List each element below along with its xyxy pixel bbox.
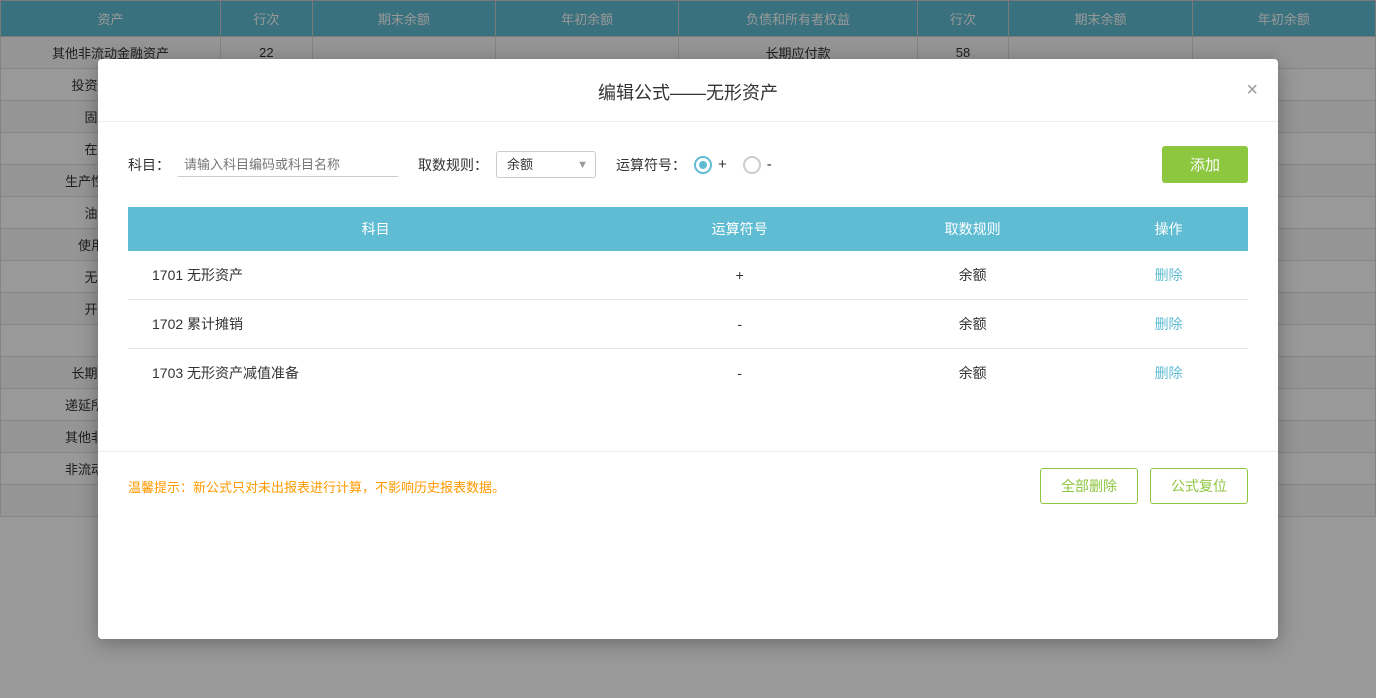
rule-cell: 余额 [856,349,1089,398]
delete-link[interactable]: 删除 [1155,316,1183,332]
form-row: 科目： 取数规则： 余额借方贷方借方累计贷方累计 ▼ 运算符号： [128,146,1248,183]
formula-header-cell: 操作 [1089,207,1248,251]
subject-cell: 1702 累计摊销 [128,300,623,349]
tip-text: 温馨提示：新公式只对未出报表进行计算，不影响历史报表数据。 [128,477,505,496]
radio-plus-label: + [718,156,727,173]
action-cell: 删除 [1089,349,1248,398]
operator-label: 运算符号： [616,155,686,175]
operator-radio-group: + - [694,156,772,174]
subject-cell: 1701 无形资产 [128,251,623,300]
modal-header: 编辑公式——无形资产 × [98,59,1278,122]
formula-table: 科目运算符号取数规则操作 1701 无形资产+余额删除1702 累计摊销-余额删… [128,207,1248,397]
modal-footer: 温馨提示：新公式只对未出报表进行计算，不影响历史报表数据。 全部删除 公式复位 [98,451,1278,524]
subject-cell: 1703 无形资产减值准备 [128,349,623,398]
add-button[interactable]: 添加 [1162,146,1248,183]
rule-cell: 余额 [856,251,1089,300]
rule-field: 取数规则： 余额借方贷方借方累计贷方累计 ▼ [418,151,596,178]
formula-header-cell: 科目 [128,207,623,251]
radio-minus[interactable]: - [743,156,772,174]
subject-label: 科目： [128,155,170,175]
radio-plus-circle [694,156,712,174]
table-row: 1702 累计摊销-余额 删除 [128,300,1248,349]
radio-plus[interactable]: + [694,156,727,174]
table-row: 1703 无形资产减值准备-余额 删除 [128,349,1248,398]
radio-minus-circle [743,156,761,174]
modal-body: 科目： 取数规则： 余额借方贷方借方累计贷方累计 ▼ 运算符号： [98,122,1278,451]
subject-field: 科目： [128,153,398,177]
formula-table-header: 科目运算符号取数规则操作 [128,207,1248,251]
modal-overlay: 编辑公式——无形资产 × 科目： 取数规则： 余额借方贷方借方累计贷方累计 ▼ [0,0,1376,698]
delete-link[interactable]: 删除 [1155,365,1183,381]
formula-table-body: 1701 无形资产+余额删除1702 累计摊销-余额删除1703 无形资产减值准… [128,251,1248,397]
rule-select-wrapper: 余额借方贷方借方累计贷方累计 ▼ [496,151,596,178]
formula-header-cell: 取数规则 [856,207,1089,251]
operator-cell: - [623,349,856,398]
modal-title: 编辑公式——无形资产 [598,83,778,103]
table-row: 1701 无形资产+余额 删除 [128,251,1248,300]
action-cell: 删除 [1089,300,1248,349]
operator-field: 运算符号： + - [616,155,772,175]
radio-minus-label: - [767,156,772,173]
rule-label: 取数规则： [418,155,488,175]
footer-buttons: 全部删除 公式复位 [1040,468,1248,504]
rule-cell: 余额 [856,300,1089,349]
action-cell: 删除 [1089,251,1248,300]
operator-cell: + [623,251,856,300]
modal-dialog: 编辑公式——无形资产 × 科目： 取数规则： 余额借方贷方借方累计贷方累计 ▼ [98,59,1278,639]
subject-input[interactable] [178,153,398,177]
operator-cell: - [623,300,856,349]
modal-close-button[interactable]: × [1246,80,1258,100]
delete-link[interactable]: 删除 [1155,267,1183,283]
delete-all-button[interactable]: 全部删除 [1040,468,1138,504]
rule-select[interactable]: 余额借方贷方借方累计贷方累计 [496,151,596,178]
formula-header-cell: 运算符号 [623,207,856,251]
reset-formula-button[interactable]: 公式复位 [1150,468,1248,504]
